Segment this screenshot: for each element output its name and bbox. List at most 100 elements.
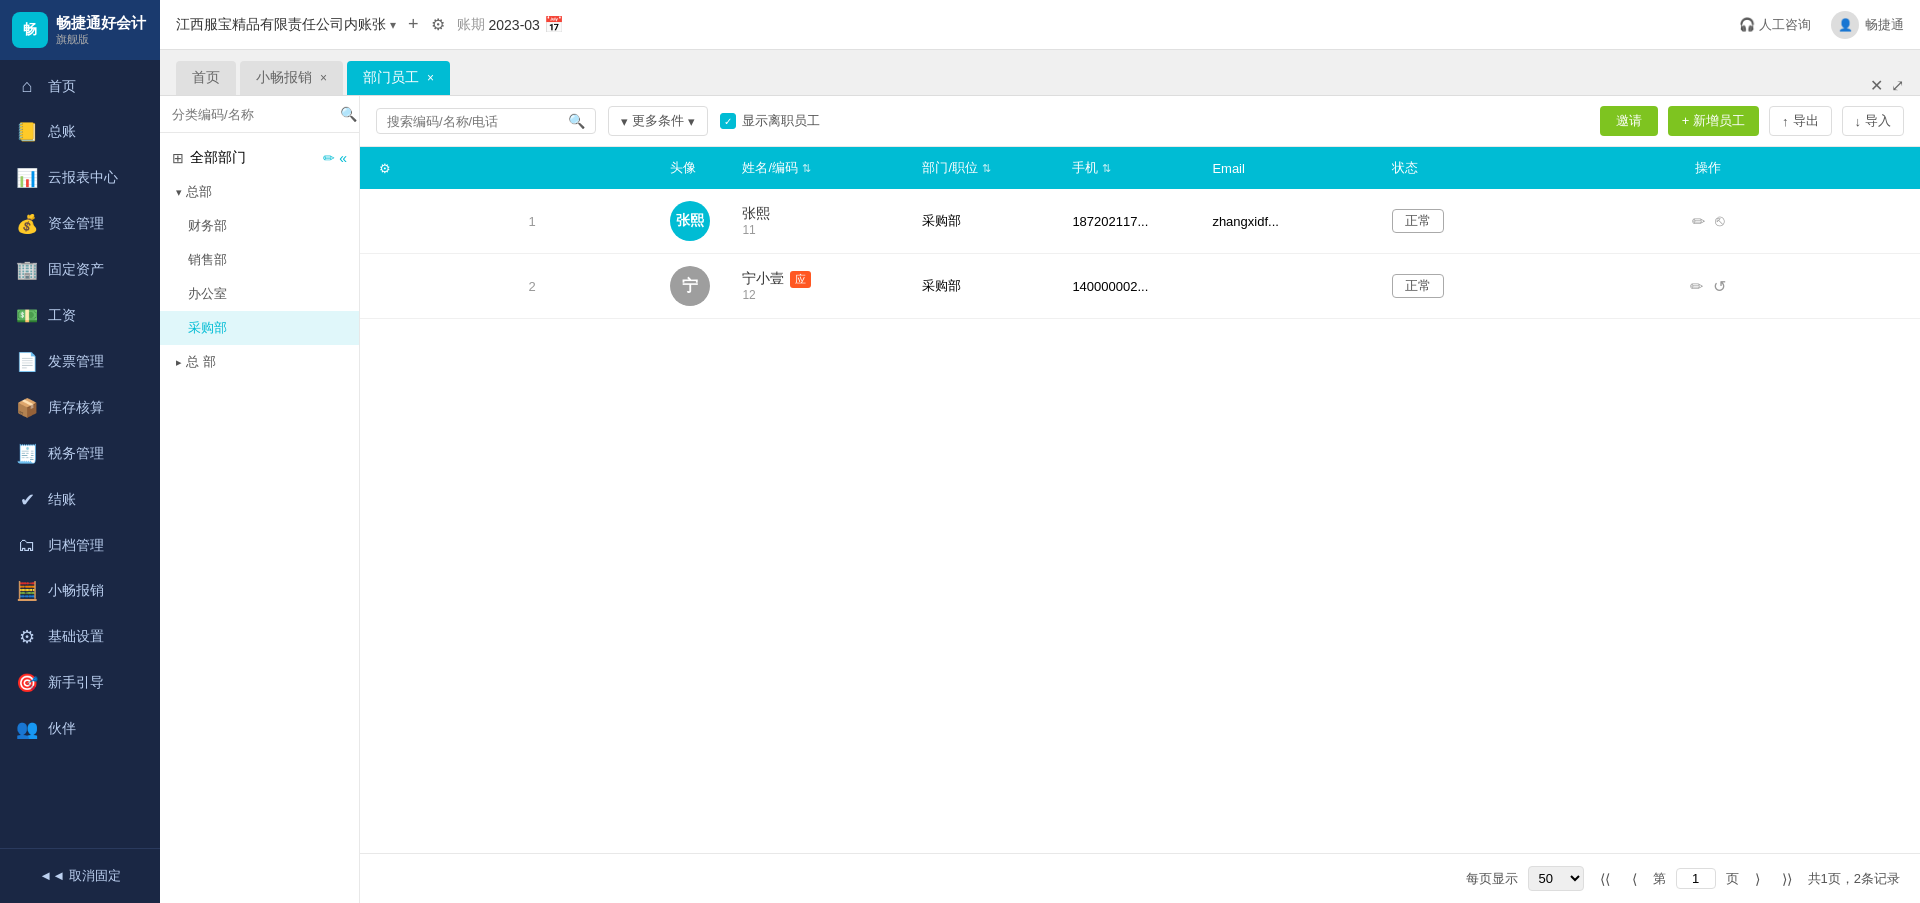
row2-edit-button[interactable]: ✏ (1690, 277, 1703, 296)
row2-dept: 采购部 (906, 254, 1056, 319)
topbar-settings-icon[interactable]: ⚙ (431, 15, 445, 34)
sidebar-item-general-ledger[interactable]: 📒 总账 (0, 109, 160, 155)
guide-icon: 🎯 (16, 672, 38, 694)
col-dept[interactable]: 部门/职位 ⇅ (906, 147, 1056, 189)
import-button[interactable]: ↓ 导入 (1842, 106, 1905, 136)
row1-phone: 187202117... (1056, 189, 1196, 254)
dept-search-input[interactable] (172, 107, 340, 122)
calendar-icon[interactable]: 📅 (544, 15, 564, 34)
home-icon: ⌂ (16, 76, 38, 97)
service-button[interactable]: 🎧 人工咨询 (1739, 16, 1811, 34)
row1-edit-button[interactable]: ✏ (1692, 212, 1705, 231)
dept-item-sales[interactable]: 销售部 (160, 243, 359, 277)
page-prev-button[interactable]: ⟨ (1626, 869, 1643, 889)
employee-search-icon[interactable]: 🔍 (568, 113, 585, 129)
page-size-select[interactable]: 50 10 20 100 (1528, 866, 1584, 891)
employee-search-input[interactable] (387, 114, 568, 129)
col-status: 状态 (1376, 147, 1496, 189)
sidebar-item-home[interactable]: ⌂ 首页 (0, 64, 160, 109)
topbar-add-button[interactable]: + (408, 14, 419, 35)
dept-edit-icon[interactable]: ✏ (323, 150, 335, 166)
dept-group-head-label[interactable]: ▾ 总部 (160, 175, 359, 209)
cancel-fixed-button[interactable]: ◄◄ 取消固定 (0, 859, 160, 893)
sidebar-item-fund-management[interactable]: 💰 资金管理 (0, 201, 160, 247)
dept-collapse-icon[interactable]: « (339, 150, 347, 166)
sidebar-item-guide[interactable]: 🎯 新手引导 (0, 660, 160, 706)
row1-code-text: 11 (742, 223, 890, 237)
tab-home[interactable]: 首页 (176, 61, 236, 95)
show-resigned-checkbox[interactable]: ✓ (720, 113, 736, 129)
dept-group-general-label[interactable]: ▸ 总 部 (160, 345, 359, 379)
dept-item-office[interactable]: 办公室 (160, 277, 359, 311)
dept-item-purchase[interactable]: 采购部 (160, 311, 359, 345)
sidebar-item-invoice[interactable]: 📄 发票管理 (0, 339, 160, 385)
row1-dept: 采购部 (906, 189, 1056, 254)
sidebar-item-label: 库存核算 (48, 399, 104, 417)
dept-group-arrow-icon: ▾ (176, 186, 182, 199)
col-name[interactable]: 姓名/编码 ⇅ (726, 147, 906, 189)
sidebar-item-tax[interactable]: 🧾 税务管理 (0, 431, 160, 477)
row2-name: 宁小壹 应 12 (726, 254, 906, 319)
dept-panel: 🔍 ⊞ 全部部门 ✏ « ▾ 总部 财务部 (160, 96, 360, 903)
sidebar-item-payroll[interactable]: 💵 工资 (0, 293, 160, 339)
col-email: Email (1196, 147, 1376, 189)
col-settings[interactable]: ⚙ (360, 147, 410, 189)
tab-expand-button[interactable]: ⤢ (1891, 76, 1904, 95)
sidebar-item-partner[interactable]: 👥 伙伴 (0, 706, 160, 752)
dept-search-icon[interactable]: 🔍 (340, 106, 357, 122)
filter-chevron-icon: ▾ (688, 114, 695, 129)
all-dept-header[interactable]: ⊞ 全部部门 ✏ « (160, 141, 359, 175)
ledger-icon: 📒 (16, 121, 38, 143)
page-unit: 页 (1726, 870, 1739, 888)
sidebar-item-fixed-assets[interactable]: 🏢 固定资产 (0, 247, 160, 293)
tab-dept-close[interactable]: × (427, 71, 434, 85)
invite-button[interactable]: 邀请 (1600, 106, 1658, 136)
sidebar-item-label: 归档管理 (48, 537, 104, 555)
page-last-button[interactable]: ⟩⟩ (1776, 869, 1798, 889)
main-area: 江西服宝精品有限责任公司内账张 ▾ + ⚙ 账期 2023-03 📅 🎧 人工咨… (160, 0, 1920, 903)
pagination: 每页显示 50 10 20 100 ⟨⟨ ⟨ 第 页 ⟩ ⟩⟩ 共1页，2条记录 (360, 853, 1920, 903)
invoice-icon: 📄 (16, 351, 38, 373)
row2-badge: 应 (790, 271, 811, 288)
page-input[interactable] (1676, 868, 1716, 889)
page-next-button[interactable]: ⟩ (1749, 869, 1766, 889)
user-menu[interactable]: 👤 畅捷通 (1831, 11, 1904, 39)
sidebar-item-inventory[interactable]: 📦 库存核算 (0, 385, 160, 431)
sidebar-item-settings[interactable]: ⚙ 基础设置 (0, 614, 160, 660)
page-first-button[interactable]: ⟨⟨ (1594, 869, 1616, 889)
export-icon: ↑ (1782, 114, 1789, 129)
payroll-icon: 💵 (16, 305, 38, 327)
dept-group-general-arrow: ▸ (176, 356, 182, 369)
col-phone[interactable]: 手机 ⇅ (1056, 147, 1196, 189)
sidebar-item-archive[interactable]: 🗂 归档管理 (0, 523, 160, 568)
row1-avatar: 张熙 (654, 189, 726, 254)
tab-dept-employee[interactable]: 部门员工 × (347, 61, 450, 95)
tab-expense[interactable]: 小畅报销 × (240, 61, 343, 95)
tab-expense-close[interactable]: × (320, 71, 327, 85)
report-icon: 📊 (16, 167, 38, 189)
row2-phone: 140000002... (1056, 254, 1196, 319)
sort-phone-icon: ⇅ (1102, 162, 1111, 174)
tab-close-button[interactable]: ✕ (1870, 76, 1883, 95)
row2-code-text: 12 (742, 288, 890, 302)
sidebar-item-label: 云报表中心 (48, 169, 118, 187)
topbar-company[interactable]: 江西服宝精品有限责任公司内账张 ▾ (176, 16, 396, 34)
show-resigned-toggle[interactable]: ✓ 显示离职员工 (720, 112, 820, 130)
sidebar-item-label: 新手引导 (48, 674, 104, 692)
import-label: 导入 (1865, 112, 1891, 130)
row1-exit-button[interactable]: ⎋ (1715, 212, 1725, 230)
sidebar-logo: 畅 畅捷通好会计 旗舰版 (0, 0, 160, 60)
add-employee-button[interactable]: + 新增员工 (1668, 106, 1759, 136)
page-label: 第 (1653, 870, 1666, 888)
logo-text: 畅捷通好会计 (56, 14, 146, 32)
sidebar-item-checkout[interactable]: ✔ 结账 (0, 477, 160, 523)
filter-button[interactable]: ▾ 更多条件 ▾ (608, 106, 708, 136)
toolbar-right-actions: 邀请 + 新增员工 ↑ 导出 ↓ 导入 (1600, 106, 1904, 136)
dept-item-finance[interactable]: 财务部 (160, 209, 359, 243)
headset-icon: 🎧 (1739, 17, 1755, 32)
sidebar-item-expense[interactable]: 🧮 小畅报销 (0, 568, 160, 614)
sidebar-item-label: 基础设置 (48, 628, 104, 646)
row2-refresh-button[interactable]: ↺ (1713, 277, 1726, 296)
sidebar-item-report-center[interactable]: 📊 云报表中心 (0, 155, 160, 201)
export-button[interactable]: ↑ 导出 (1769, 106, 1832, 136)
